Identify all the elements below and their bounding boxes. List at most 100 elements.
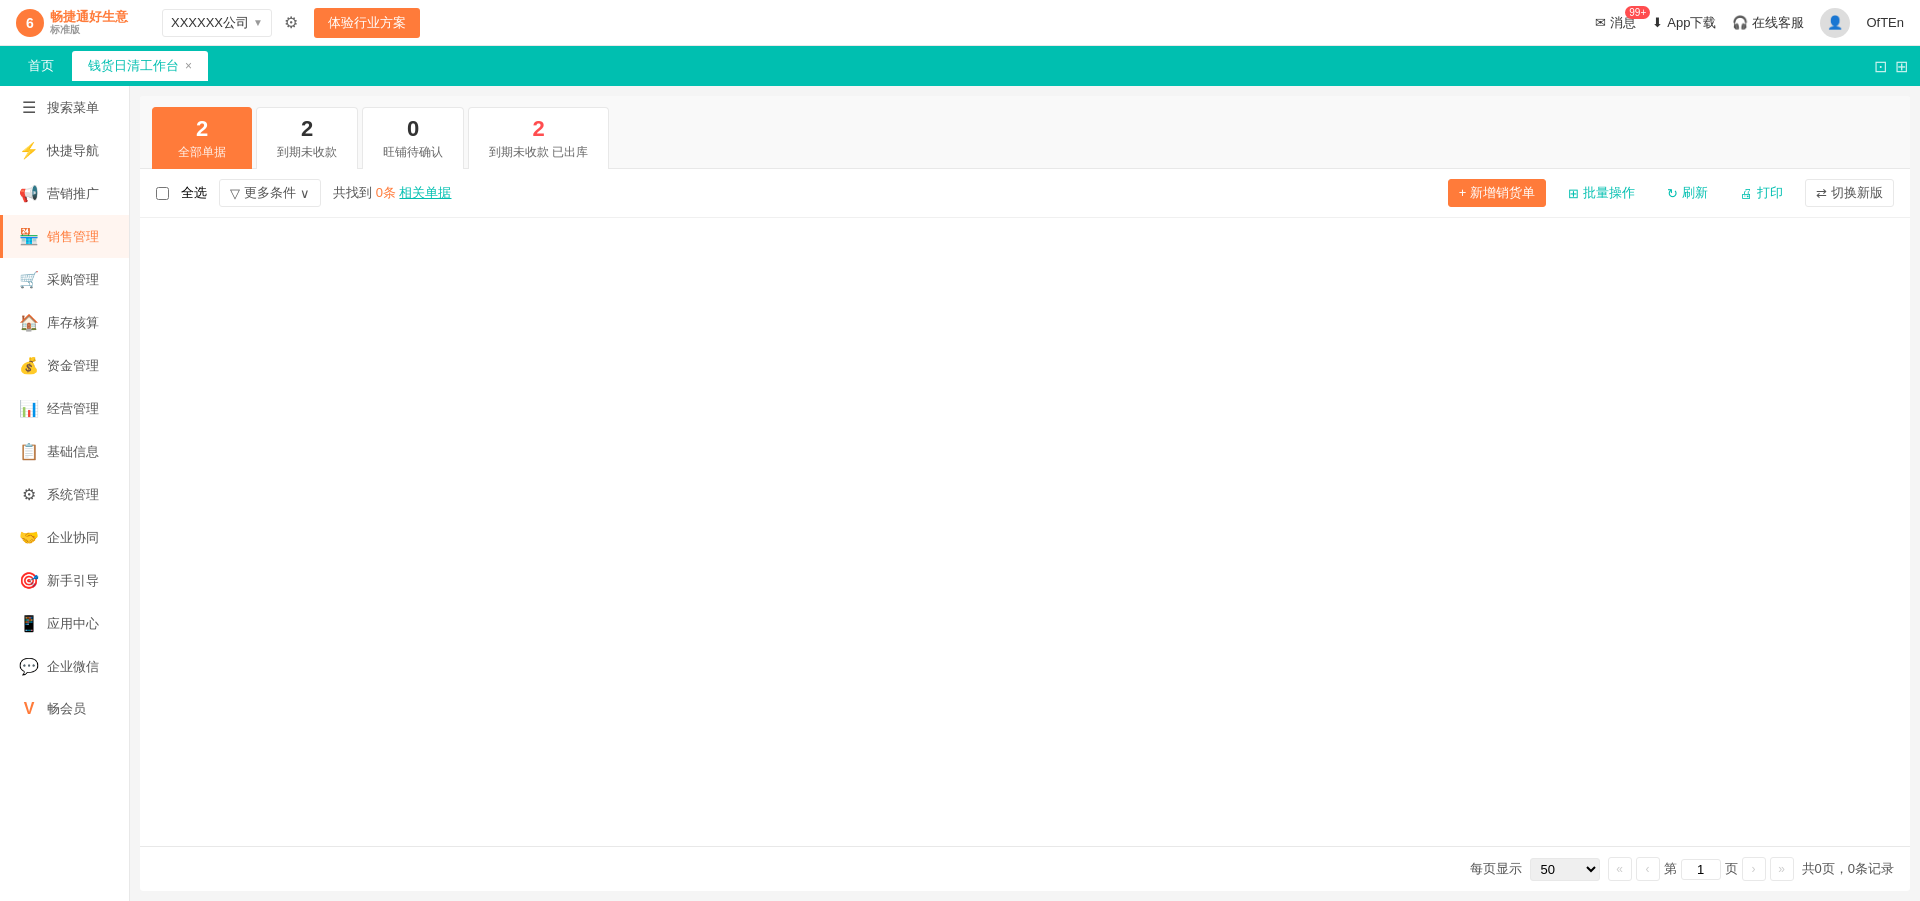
stats-all-label: 全部单据 <box>178 144 226 161</box>
settings-icon[interactable]: ⚙ <box>280 9 302 36</box>
topbar-right: ✉ 消息 99+ ⬇ App下载 🎧 在线客服 👤 OfTEn <box>1595 8 1904 38</box>
active-tab-label: 钱货日清工作台 <box>88 57 179 75</box>
sidebar-item-corp[interactable]: 🤝 企业协同 <box>0 516 129 559</box>
filter-icon: ▽ <box>230 186 240 201</box>
tab-qianhuoriqing[interactable]: 钱货日清工作台 × <box>72 51 208 81</box>
app-version: 标准版 <box>50 24 128 36</box>
pagination-next-btn[interactable]: › <box>1742 857 1766 881</box>
pagination-last-btn[interactable]: » <box>1770 857 1794 881</box>
content-card: 2 全部单据 2 到期未收款 0 旺铺待确认 2 到期未收款 已出库 <box>140 96 1910 891</box>
switch-label: 切换新版 <box>1831 184 1883 202</box>
print-label: 打印 <box>1757 184 1783 202</box>
username[interactable]: OfTEn <box>1866 15 1904 30</box>
table-area <box>140 218 1910 846</box>
filter-label: 更多条件 <box>244 184 296 202</box>
trial-button[interactable]: 体验行业方案 <box>314 8 420 38</box>
sidebar-label-inventory: 库存核算 <box>47 314 99 332</box>
tab-home[interactable]: 首页 <box>12 51 70 81</box>
stats-tab-overdue-unshipped[interactable]: 2 到期未收款 已出库 <box>468 107 609 169</box>
home-tab-label: 首页 <box>28 57 54 75</box>
sidebar-item-system[interactable]: ⚙ 系统管理 <box>0 473 129 516</box>
avatar[interactable]: 👤 <box>1820 8 1850 38</box>
guide-icon: 🎯 <box>19 571 39 590</box>
company-name: XXXXXX公司 <box>171 14 249 32</box>
sidebar-item-apps[interactable]: 📱 应用中心 <box>0 602 129 645</box>
purchase-icon: 🛒 <box>19 270 39 289</box>
switch-icon: ⇄ <box>1816 186 1827 201</box>
per-page-select[interactable]: 50 10 20 100 <box>1530 858 1600 881</box>
system-icon: ⚙ <box>19 485 39 504</box>
minimize-icon[interactable]: ⊡ <box>1874 57 1887 76</box>
app-logo: 6 畅捷通好生意 标准版 <box>16 9 146 37</box>
sidebar-label-sales: 销售管理 <box>47 228 99 246</box>
main-layout: ☰ 搜索菜单 ⚡ 快捷导航 📢 营销推广 🏪 销售管理 🛒 采购管理 🏠 库存核… <box>0 86 1920 901</box>
stats-overdue-uncollected-number: 2 <box>301 116 313 142</box>
pagination-nav: « ‹ 第 页 › » <box>1608 857 1794 881</box>
stats-all-number: 2 <box>196 116 208 142</box>
stats-wangpu-number: 0 <box>407 116 419 142</box>
sidebar: ☰ 搜索菜单 ⚡ 快捷导航 📢 营销推广 🏪 销售管理 🛒 采购管理 🏠 库存核… <box>0 86 130 901</box>
sidebar-label-vip: 畅会员 <box>47 700 86 718</box>
print-btn[interactable]: 🖨 打印 <box>1730 180 1793 206</box>
add-sale-order-btn[interactable]: + 新增销货单 <box>1448 179 1546 207</box>
company-dropdown-arrow: ▼ <box>253 17 263 28</box>
topbar: 6 畅捷通好生意 标准版 XXXXXX公司 ▼ ⚙ 体验行业方案 ✉ 消息 99… <box>0 0 1920 46</box>
app-download-icon: ⬇ <box>1652 15 1663 30</box>
inventory-icon: 🏠 <box>19 313 39 332</box>
sales-icon: 🏪 <box>19 227 39 246</box>
sidebar-label-apps: 应用中心 <box>47 615 99 633</box>
found-suffix[interactable]: 相关单据 <box>399 185 451 200</box>
pagination-first-btn[interactable]: « <box>1608 857 1632 881</box>
company-selector[interactable]: XXXXXX公司 ▼ <box>162 9 272 37</box>
stats-tab-all[interactable]: 2 全部单据 <box>152 107 252 169</box>
maximize-icon[interactable]: ⊞ <box>1895 57 1908 76</box>
sidebar-label-search-menu: 搜索菜单 <box>47 99 99 117</box>
sidebar-item-purchase[interactable]: 🛒 采购管理 <box>0 258 129 301</box>
online-service-btn[interactable]: 🎧 在线客服 <box>1732 14 1804 32</box>
app-download-btn[interactable]: ⬇ App下载 <box>1652 14 1716 32</box>
nav-tabs-actions: ⊡ ⊞ <box>1874 57 1908 76</box>
sidebar-item-basic-info[interactable]: 📋 基础信息 <box>0 430 129 473</box>
message-btn[interactable]: ✉ 消息 99+ <box>1595 14 1636 32</box>
batch-icon: ⊞ <box>1568 186 1579 201</box>
switch-new-version-btn[interactable]: ⇄ 切换新版 <box>1805 179 1894 207</box>
sidebar-item-capital[interactable]: 💰 资金管理 <box>0 344 129 387</box>
apps-icon: 📱 <box>19 614 39 633</box>
print-icon: 🖨 <box>1740 186 1753 201</box>
sidebar-item-management[interactable]: 📊 经营管理 <box>0 387 129 430</box>
content-area: 2 全部单据 2 到期未收款 0 旺铺待确认 2 到期未收款 已出库 <box>130 86 1920 901</box>
found-prefix: 共找到 <box>333 185 372 200</box>
select-all-label: 全选 <box>181 184 207 202</box>
stats-overdue-unshipped-number: 2 <box>533 116 545 142</box>
sidebar-item-guide[interactable]: 🎯 新手引导 <box>0 559 129 602</box>
toolbar-left: 全选 ▽ 更多条件 ∨ 共找到 0条 相关单据 <box>156 179 1436 207</box>
sidebar-item-marketing[interactable]: 📢 营销推广 <box>0 172 129 215</box>
sidebar-item-sales[interactable]: 🏪 销售管理 <box>0 215 129 258</box>
sidebar-item-vip[interactable]: V 畅会员 <box>0 688 129 730</box>
per-page-label: 每页显示 <box>1470 860 1522 878</box>
basic-info-icon: 📋 <box>19 442 39 461</box>
sidebar-label-management: 经营管理 <box>47 400 99 418</box>
refresh-btn[interactable]: ↻ 刷新 <box>1657 180 1718 206</box>
sidebar-label-wechat: 企业微信 <box>47 658 99 676</box>
batch-label: 批量操作 <box>1583 184 1635 202</box>
refresh-icon: ↻ <box>1667 186 1678 201</box>
batch-operation-btn[interactable]: ⊞ 批量操作 <box>1558 180 1645 206</box>
select-all-checkbox[interactable] <box>156 187 169 200</box>
message-icon: ✉ <box>1595 15 1606 30</box>
pagination-prev-btn[interactable]: ‹ <box>1636 857 1660 881</box>
stats-tab-wangpu[interactable]: 0 旺铺待确认 <box>362 107 464 169</box>
filter-btn[interactable]: ▽ 更多条件 ∨ <box>219 179 321 207</box>
sidebar-item-inventory[interactable]: 🏠 库存核算 <box>0 301 129 344</box>
tab-close-icon[interactable]: × <box>185 59 192 73</box>
sidebar-item-quick-nav[interactable]: ⚡ 快捷导航 <box>0 129 129 172</box>
sidebar-label-purchase: 采购管理 <box>47 271 99 289</box>
app-name: 畅捷通好生意 <box>50 9 128 25</box>
stats-tab-overdue-uncollected[interactable]: 2 到期未收款 <box>256 107 358 169</box>
sidebar-item-search-menu[interactable]: ☰ 搜索菜单 <box>0 86 129 129</box>
app-download-label: App下载 <box>1667 14 1716 32</box>
headset-icon: 🎧 <box>1732 15 1748 30</box>
pagination-page-input[interactable] <box>1681 859 1721 880</box>
sidebar-label-basic-info: 基础信息 <box>47 443 99 461</box>
sidebar-item-wechat[interactable]: 💬 企业微信 <box>0 645 129 688</box>
